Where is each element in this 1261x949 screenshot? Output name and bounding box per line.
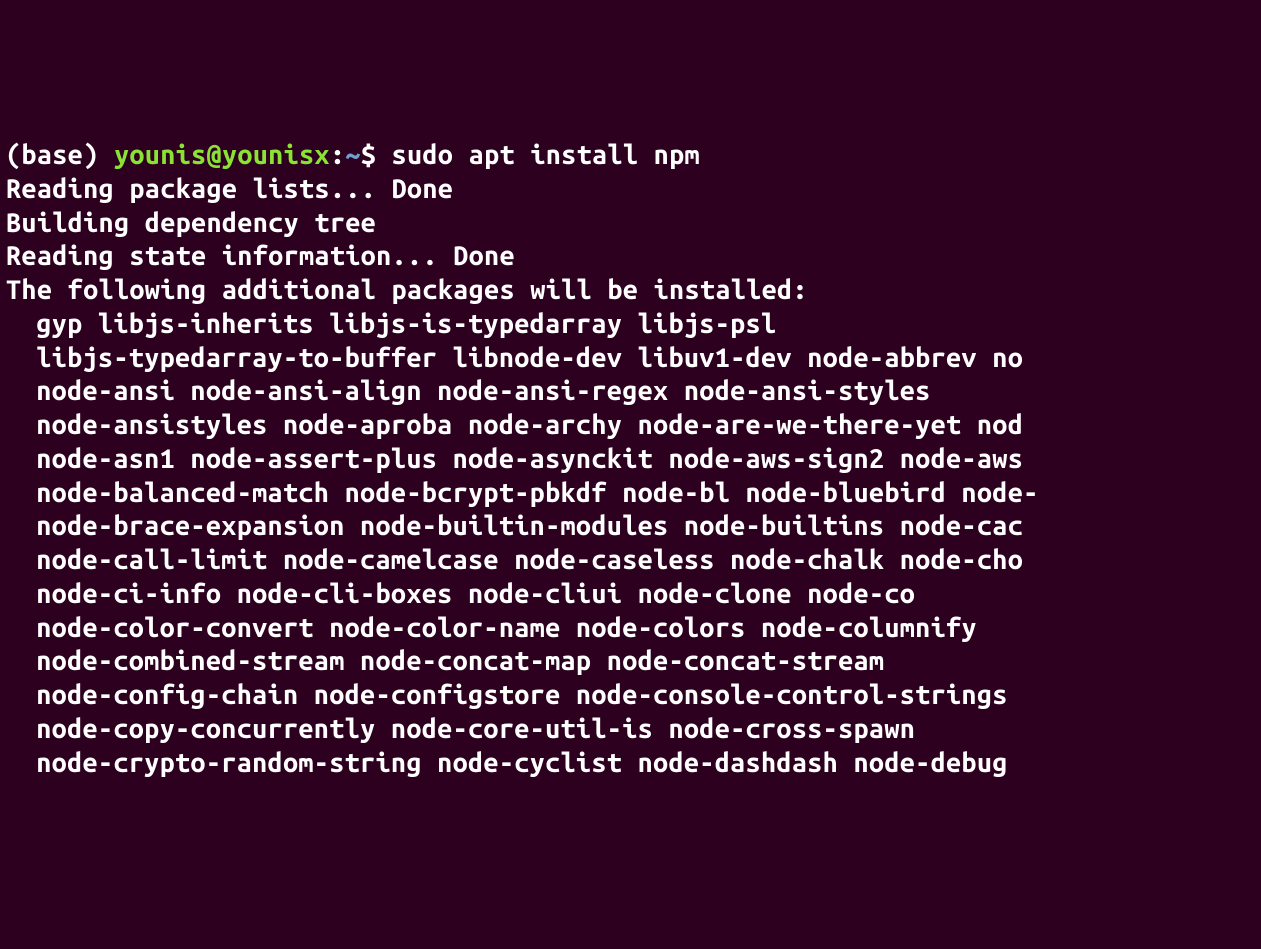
package-line: node-asn1 node-assert-plus node-asynckit…	[6, 443, 1255, 477]
terminal-output[interactable]: (base) younis@younisx:~$ sudo apt instal…	[6, 139, 1255, 780]
package-line: node-balanced-match node-bcrypt-pbkdf no…	[6, 477, 1255, 511]
package-line: node-ci-info node-cli-boxes node-cliui n…	[6, 578, 1255, 612]
package-line: node-ansi node-ansi-align node-ansi-rege…	[6, 375, 1255, 409]
output-line: Reading package lists... Done	[6, 173, 1255, 207]
package-line: libjs-typedarray-to-buffer libnode-dev l…	[6, 342, 1255, 376]
prompt-host: younisx	[222, 140, 330, 170]
prompt-at: @	[206, 140, 221, 170]
prompt-path: ~	[345, 140, 360, 170]
package-line: gyp libjs-inherits libjs-is-typedarray l…	[6, 308, 1255, 342]
package-line: node-brace-expansion node-builtin-module…	[6, 510, 1255, 544]
output-line: The following additional packages will b…	[6, 274, 1255, 308]
conda-env: (base)	[6, 140, 99, 170]
command-text: sudo apt install npm	[392, 140, 700, 170]
package-line: node-config-chain node-configstore node-…	[6, 679, 1255, 713]
package-line: node-combined-stream node-concat-map nod…	[6, 645, 1255, 679]
package-line: node-color-convert node-color-name node-…	[6, 612, 1255, 646]
package-line: node-call-limit node-camelcase node-case…	[6, 544, 1255, 578]
package-line: node-copy-concurrently node-core-util-is…	[6, 713, 1255, 747]
package-line: node-crypto-random-string node-cyclist n…	[6, 747, 1255, 781]
prompt-user: younis	[114, 140, 207, 170]
package-line: node-ansistyles node-aproba node-archy n…	[6, 409, 1255, 443]
prompt-dollar: $	[361, 140, 376, 170]
prompt-colon: :	[330, 140, 345, 170]
output-line: Reading state information... Done	[6, 240, 1255, 274]
output-line: Building dependency tree	[6, 207, 1255, 241]
